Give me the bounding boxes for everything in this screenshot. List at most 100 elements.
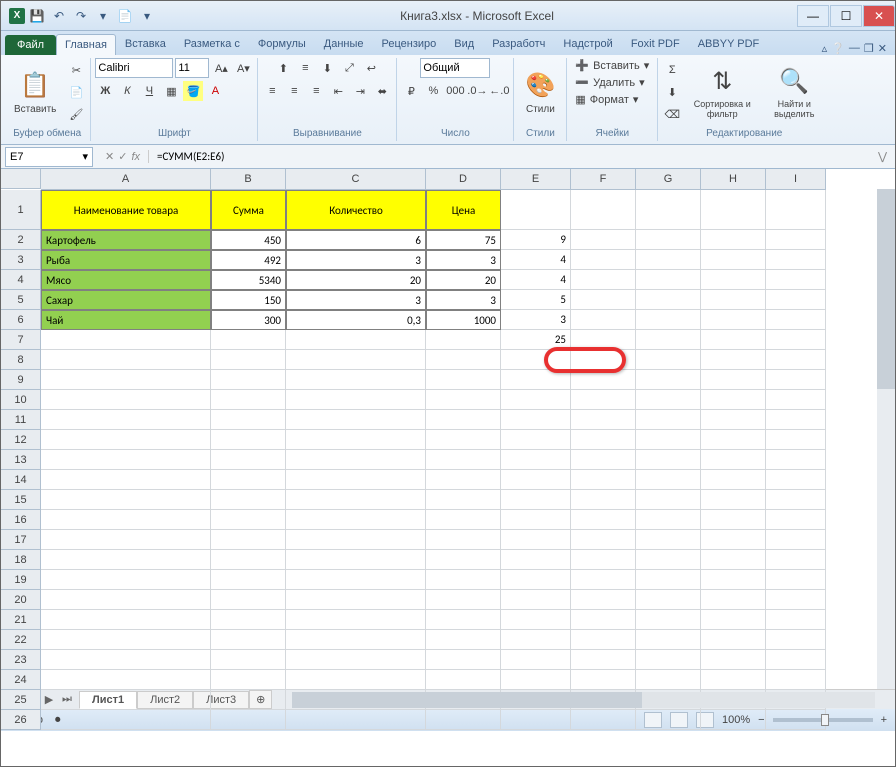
tab-data[interactable]: Данные [315, 33, 373, 55]
tab-insert[interactable]: Вставка [116, 33, 175, 55]
cell[interactable] [41, 490, 211, 510]
indent-inc[interactable]: ⇥ [350, 81, 370, 101]
tab-formulas[interactable]: Формулы [249, 33, 315, 55]
row-header[interactable]: 16 [1, 510, 41, 530]
cell[interactable] [501, 490, 571, 510]
cell[interactable] [41, 450, 211, 470]
cells-insert[interactable]: ➕ Вставить ▾ [571, 58, 653, 73]
cell[interactable] [501, 370, 571, 390]
cell[interactable] [571, 650, 636, 670]
sort-filter-button[interactable]: ⇅ Сортировка и фильтр [686, 63, 758, 121]
cell[interactable] [286, 650, 426, 670]
cell[interactable] [211, 550, 286, 570]
row-header[interactable]: 24 [1, 670, 41, 690]
cell[interactable] [211, 330, 286, 350]
cell[interactable] [766, 610, 826, 630]
cell[interactable] [636, 450, 701, 470]
cell[interactable] [636, 670, 701, 690]
col-header-A[interactable]: A [41, 169, 211, 190]
clear-button[interactable]: ⌫ [662, 104, 682, 124]
col-header-B[interactable]: B [211, 169, 286, 190]
cell[interactable] [211, 370, 286, 390]
cell[interactable] [286, 530, 426, 550]
cell[interactable] [701, 190, 766, 230]
grow-font-button[interactable]: A▴ [211, 58, 231, 78]
cell[interactable] [766, 650, 826, 670]
cell[interactable]: 3 [426, 290, 501, 310]
row-header[interactable]: 17 [1, 530, 41, 550]
tab-addins[interactable]: Надстрой [554, 33, 621, 55]
cell[interactable] [211, 390, 286, 410]
cell[interactable] [766, 270, 826, 290]
cell[interactable] [701, 710, 766, 730]
tab-view[interactable]: Вид [445, 33, 483, 55]
cell[interactable] [701, 530, 766, 550]
cell[interactable] [571, 230, 636, 250]
row-header[interactable]: 23 [1, 650, 41, 670]
row-header[interactable]: 10 [1, 390, 41, 410]
cell[interactable] [211, 650, 286, 670]
cell[interactable] [41, 430, 211, 450]
merge-button[interactable]: ⬌ [372, 81, 392, 101]
row-header[interactable]: 3 [1, 250, 41, 270]
cell[interactable] [571, 350, 636, 370]
cell[interactable] [571, 670, 636, 690]
cell[interactable] [41, 670, 211, 690]
cell[interactable] [701, 370, 766, 390]
cell[interactable] [571, 570, 636, 590]
col-header-E[interactable]: E [501, 169, 571, 190]
cell[interactable] [766, 510, 826, 530]
col-header-D[interactable]: D [426, 169, 501, 190]
cell[interactable] [571, 430, 636, 450]
number-format-select[interactable] [420, 58, 490, 78]
row-header[interactable]: 26 [1, 710, 41, 730]
cell[interactable] [701, 430, 766, 450]
wrap-text-button[interactable]: ↩ [361, 58, 381, 78]
format-painter-button[interactable]: 🖌 [66, 104, 86, 124]
cell[interactable] [501, 350, 571, 370]
bold-button[interactable]: Ж [95, 81, 115, 101]
cell[interactable]: Сахар [41, 290, 211, 310]
border-button[interactable]: ▦ [161, 81, 181, 101]
cell[interactable]: 3 [286, 290, 426, 310]
cell[interactable] [766, 550, 826, 570]
cell[interactable] [636, 350, 701, 370]
cell[interactable] [501, 590, 571, 610]
align-top[interactable]: ⬆ [273, 58, 293, 78]
qat-redo[interactable]: ↷ [71, 6, 91, 26]
cell[interactable] [286, 370, 426, 390]
cell[interactable] [211, 710, 286, 730]
cell[interactable] [426, 550, 501, 570]
cells-delete[interactable]: ➖ Удалить ▾ [571, 75, 648, 90]
tab-foxit[interactable]: Foxit PDF [622, 33, 689, 55]
cell[interactable] [501, 190, 571, 230]
tab-developer[interactable]: Разработч [483, 33, 554, 55]
row-header[interactable]: 8 [1, 350, 41, 370]
qat-save[interactable]: 💾 [27, 6, 47, 26]
cell[interactable] [426, 330, 501, 350]
cells-format[interactable]: ▦ Формат ▾ [571, 92, 642, 107]
cell[interactable]: 0,3 [286, 310, 426, 330]
row-header[interactable]: 11 [1, 410, 41, 430]
cell[interactable]: Чай [41, 310, 211, 330]
tab-pagelayout[interactable]: Разметка с [175, 33, 249, 55]
cell[interactable] [286, 430, 426, 450]
cell[interactable] [41, 610, 211, 630]
cell[interactable] [41, 510, 211, 530]
cell[interactable] [571, 550, 636, 570]
cell[interactable] [426, 650, 501, 670]
cell[interactable] [636, 430, 701, 450]
cell[interactable] [701, 450, 766, 470]
col-header-F[interactable]: F [571, 169, 636, 190]
cell[interactable] [286, 610, 426, 630]
font-name-select[interactable] [95, 58, 173, 78]
row-header[interactable]: 9 [1, 370, 41, 390]
cell[interactable] [571, 490, 636, 510]
cell[interactable] [701, 470, 766, 490]
file-tab[interactable]: Файл [5, 35, 56, 55]
percent-button[interactable]: % [423, 81, 443, 101]
italic-button[interactable]: К [117, 81, 137, 101]
cell[interactable] [701, 410, 766, 430]
cell[interactable] [426, 590, 501, 610]
name-box[interactable]: E7 ▾ [5, 147, 93, 167]
